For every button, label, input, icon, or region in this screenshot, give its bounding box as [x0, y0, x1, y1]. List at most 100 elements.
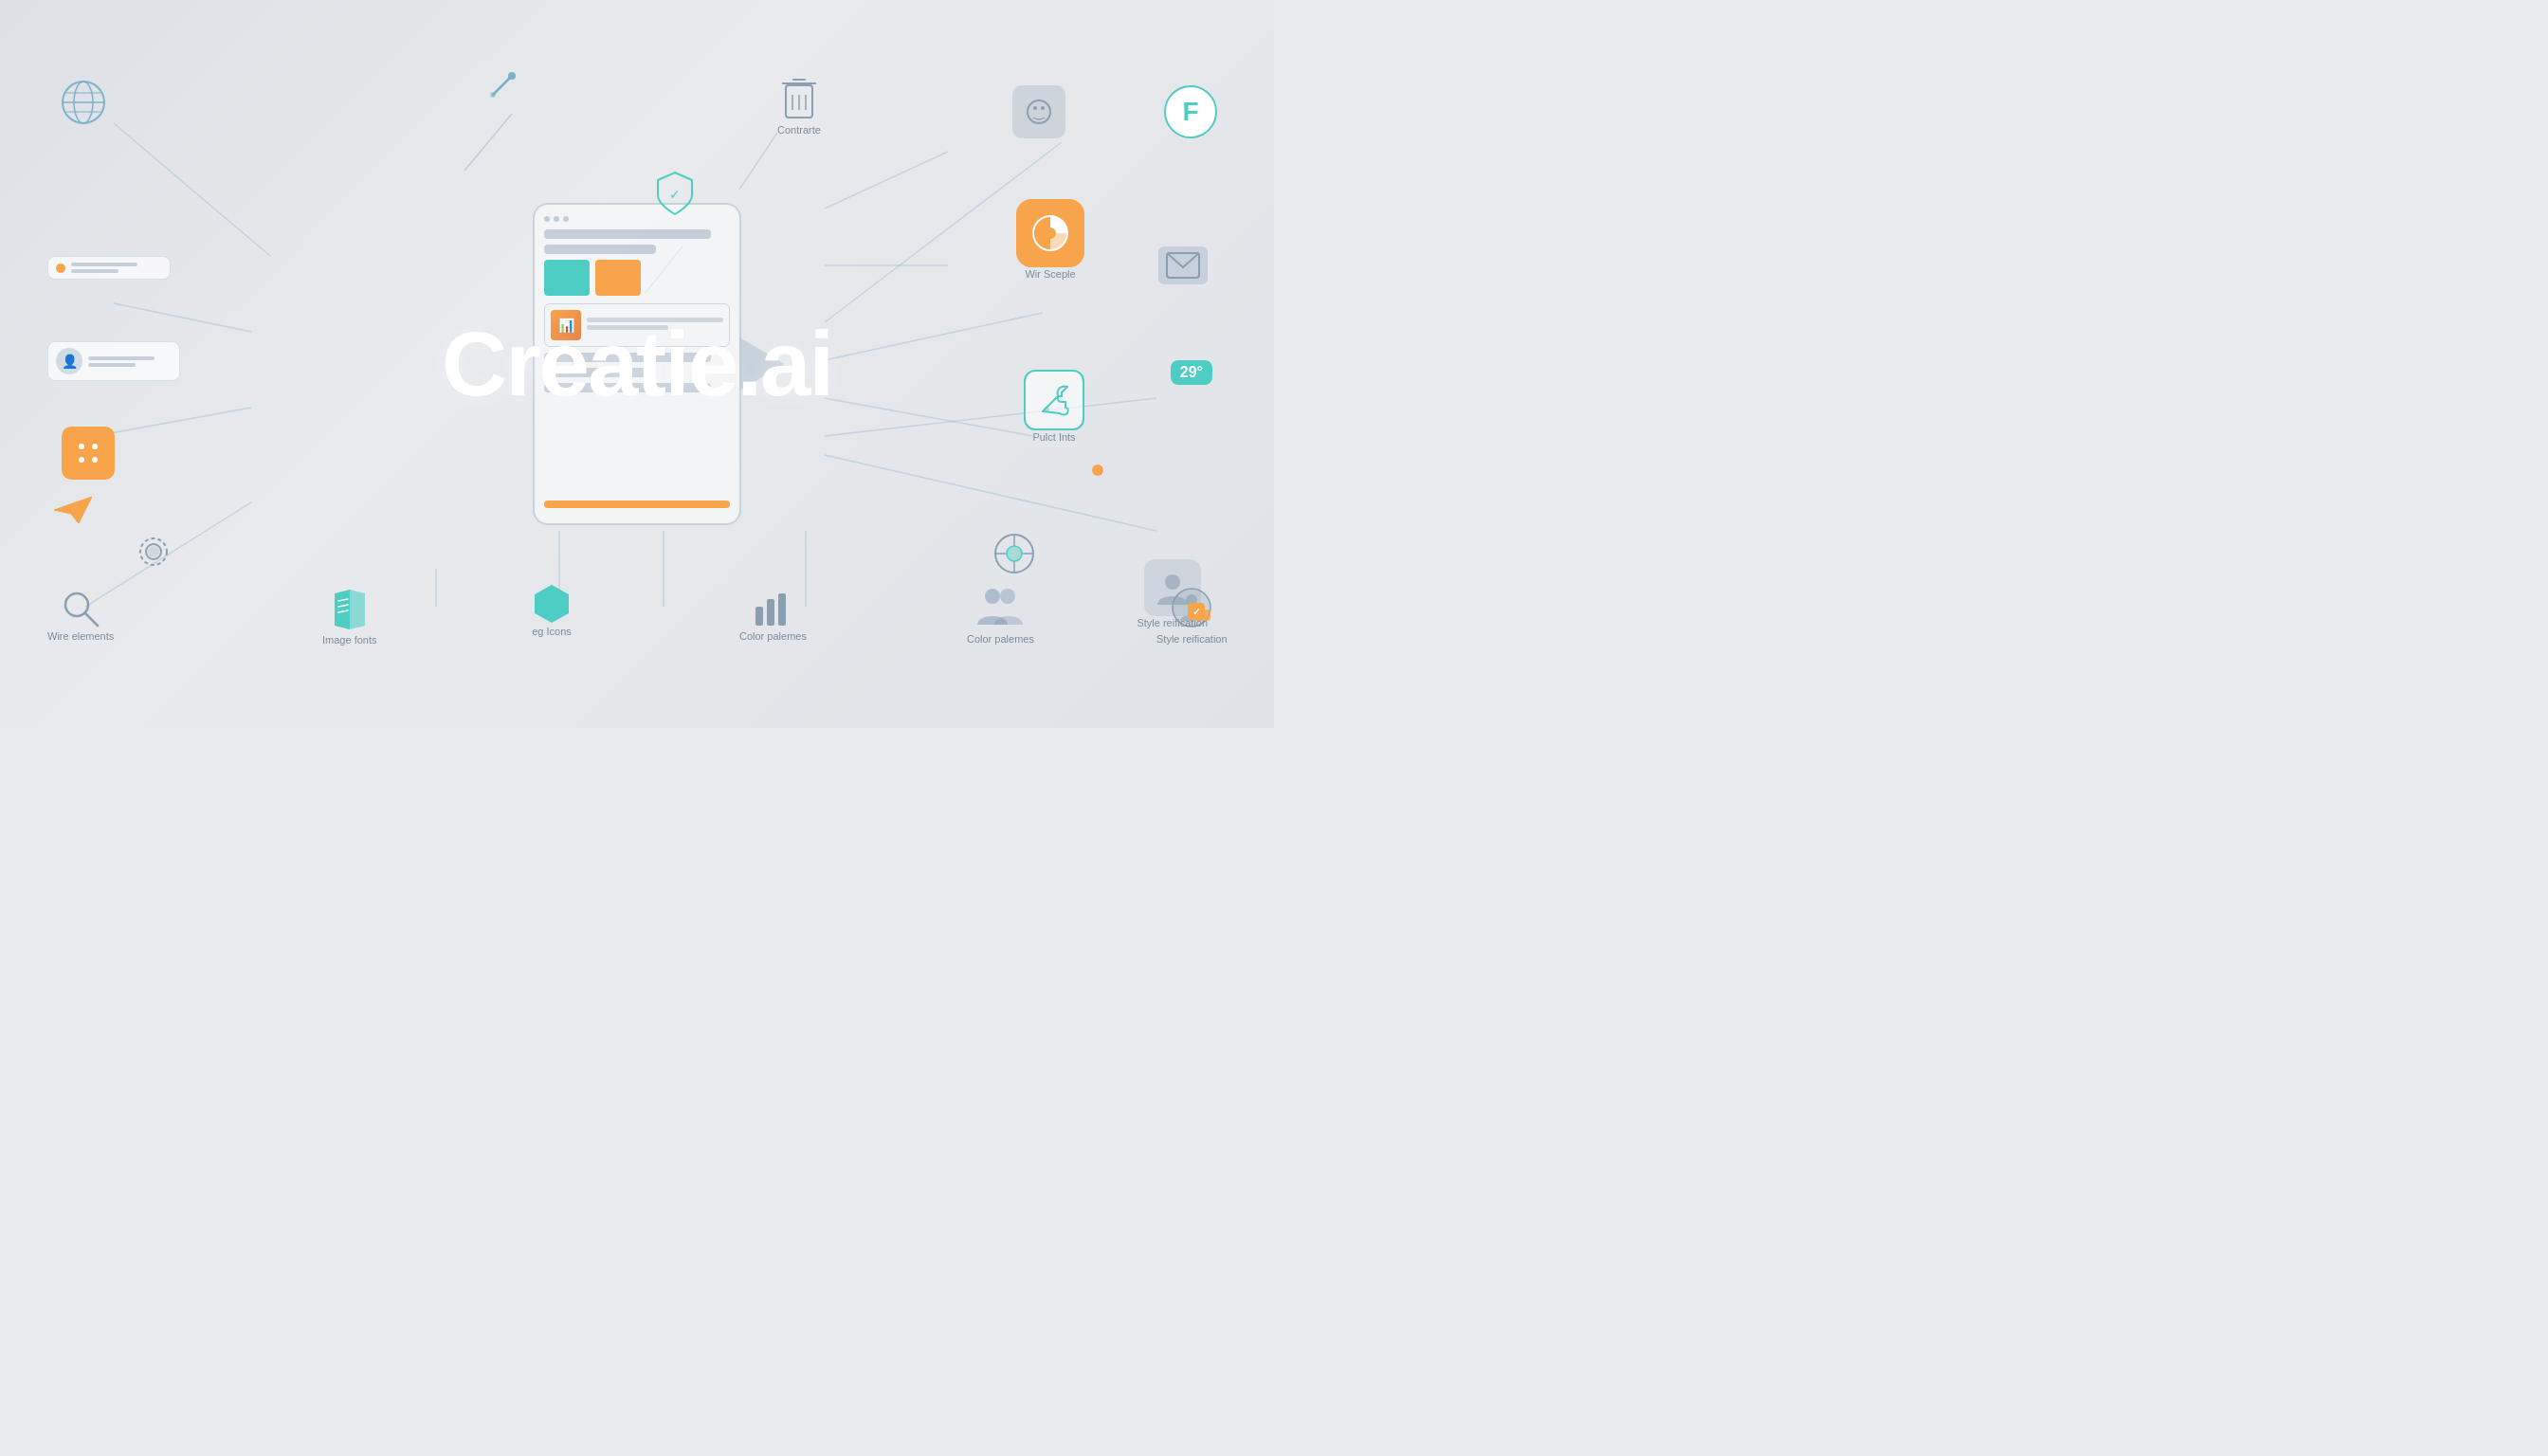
gear-face-icon [1022, 95, 1056, 129]
svg-point-50 [985, 589, 1000, 604]
style-reification-label: Style reification [1156, 632, 1228, 646]
mockup-bar-2 [544, 245, 656, 254]
trash-feature: Contrarte [777, 76, 821, 136]
widget-card-1 [47, 256, 171, 280]
search-icon [60, 588, 101, 629]
mail-icon [1166, 252, 1200, 279]
number-badge-feature: 29° [1171, 360, 1212, 385]
wire-elements-label: Wire elements [47, 629, 114, 643]
mockup-block-orange [595, 260, 641, 296]
svg-line-2 [95, 408, 251, 436]
bar-chart-icon [752, 588, 793, 629]
svg-line-7 [825, 313, 1043, 360]
filter-trash-icon [778, 76, 820, 123]
wir-sceple-feature: Wir Sceple [1016, 199, 1084, 281]
dot-3 [563, 216, 569, 222]
widget-line-4 [88, 363, 136, 367]
svg-line-1 [114, 303, 251, 332]
svg-line-42 [85, 613, 98, 626]
widget-lines-2 [88, 356, 155, 367]
shield-icon: ✓ [654, 171, 696, 218]
svg-line-4 [825, 152, 948, 209]
book-feature: Image fonts [322, 588, 376, 646]
paper-plane-feature [52, 493, 94, 531]
orange-dot [1092, 464, 1103, 476]
mockup-row [544, 260, 730, 296]
avatar-badge-text: ✓ [1192, 607, 1200, 617]
user-avatar-icon [1152, 567, 1193, 609]
pulct-ints-label: Pulct Ints [1032, 430, 1075, 444]
paper-plane-icon [52, 493, 94, 527]
chrome-icon [992, 531, 1037, 576]
f-letter-icon: F [1164, 85, 1217, 138]
envelope-icon [1158, 246, 1208, 284]
wir-sceple-label: Wir Sceple [1025, 267, 1075, 281]
trash-label: Contrarte [777, 123, 821, 136]
widget-line-2 [71, 269, 118, 273]
envelope-feature [1158, 246, 1208, 284]
avatar-feature: ✓ Style reification [1137, 559, 1208, 629]
svg-line-8 [825, 398, 1033, 436]
svg-line-9 [825, 398, 1156, 436]
dot-1 [544, 216, 550, 222]
f-letter-feature: F [1164, 85, 1217, 138]
svg-marker-46 [535, 585, 569, 623]
mockup-dots [544, 216, 730, 222]
ntl-feature [1012, 85, 1065, 138]
wrench-icon [1035, 381, 1073, 419]
color-palemes-label: Color palemes [739, 629, 807, 643]
svg-point-51 [1000, 589, 1015, 604]
tool-diagonal-feature [483, 66, 521, 104]
svg-rect-48 [767, 599, 774, 626]
dot-2 [554, 216, 559, 222]
f-letter-text: F [1182, 97, 1198, 127]
pie-chart-icon [1028, 211, 1072, 255]
svg-point-59 [1045, 228, 1056, 239]
svg-point-68 [1165, 574, 1180, 590]
mockup-bottom-bar [544, 500, 730, 508]
svg-point-24 [508, 72, 516, 80]
tool-icon [1024, 370, 1084, 430]
avatar-badge: ✓ [1188, 603, 1205, 620]
main-title: Creatie.ai [442, 312, 832, 416]
hex-feature: eg Icons [531, 583, 573, 638]
widget-line-1 [71, 263, 137, 266]
svg-point-40 [148, 546, 159, 557]
svg-point-25 [490, 92, 496, 98]
svg-line-23 [493, 76, 512, 95]
hexagon-icon [531, 583, 573, 625]
mockup-bar-1 [544, 229, 711, 239]
svg-line-10 [825, 455, 1156, 531]
icons-label: eg Icons [532, 625, 572, 638]
widget-dot [56, 264, 65, 273]
svg-text:✓: ✓ [669, 187, 681, 202]
avatar-card-icon: ✓ [1144, 559, 1201, 616]
svg-line-0 [114, 123, 270, 256]
svg-point-63 [1007, 546, 1022, 561]
settings-feature [133, 531, 174, 573]
search-feature: Wire elements [47, 588, 114, 643]
book-icon [327, 588, 373, 633]
svg-point-56 [1033, 106, 1037, 110]
svg-point-36 [92, 457, 98, 463]
image-fonts-label: Image fonts [322, 633, 376, 646]
number-badge: 29° [1171, 360, 1212, 385]
code-icon [1012, 85, 1065, 138]
svg-point-33 [79, 444, 84, 449]
pencil-tool-icon [483, 66, 521, 104]
shield-feature: ✓ [654, 171, 696, 218]
widget-line-3 [88, 356, 155, 360]
settings-gear-icon [133, 531, 174, 573]
orange-dots-card [62, 427, 115, 480]
svg-point-61 [1044, 407, 1049, 412]
svg-point-34 [92, 444, 98, 449]
avatar-icon: 👤 [56, 348, 82, 374]
svg-point-57 [1041, 106, 1045, 110]
dots-grid-icon [74, 439, 102, 467]
bar-chart-feature: Color palemes [739, 588, 807, 643]
orange-pie-icon [1016, 199, 1084, 267]
mockup-block-teal [544, 260, 590, 296]
color-palemes-2-label: Color palemes [967, 632, 1034, 646]
people-icon [975, 583, 1025, 632]
widget-card-2: 👤 [47, 341, 180, 381]
